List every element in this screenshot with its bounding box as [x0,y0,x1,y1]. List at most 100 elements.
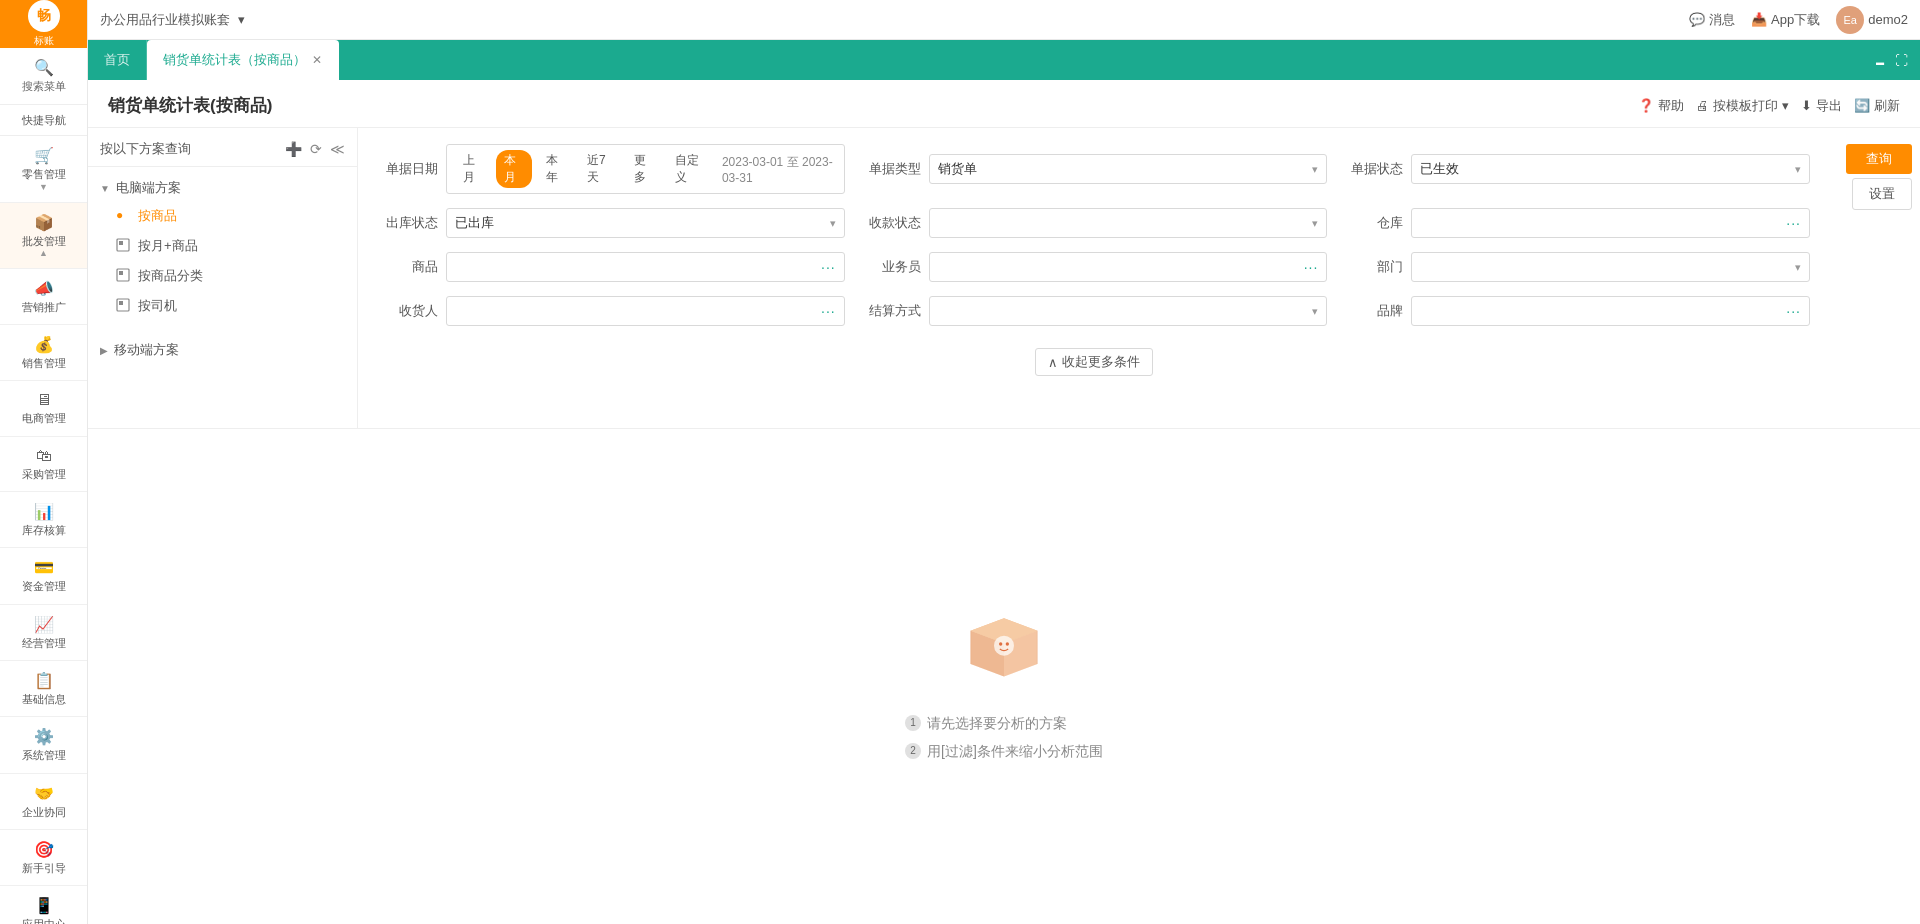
messages-label: 消息 [1709,11,1735,29]
sidebar-item-purchase[interactable]: 🛍 采购管理 [0,437,88,492]
ecom-icon: 🖥 [36,391,52,409]
purchase-label: 采购管理 [22,467,66,481]
sidebar-item-wholesale[interactable]: 📦 批发管理 ▲ [0,203,88,269]
tab-sales-stat-label: 销货单统计表（按商品） [163,51,306,69]
collapse-scheme-icon[interactable]: ≪ [330,141,345,157]
logo-icon: 畅 [28,0,60,32]
sidebar-item-finance[interactable]: 💳 资金管理 [0,548,88,604]
export-button[interactable]: ⬇ 导出 [1801,97,1842,115]
doc-type-arrow-icon: ▾ [1312,163,1318,176]
retail-label: 零售管理 [22,167,66,181]
tab-home[interactable]: 首页 [88,40,147,80]
sidebar-item-marketing[interactable]: 📣 营销推广 [0,269,88,325]
doc-status-control[interactable]: 已生效 ▾ [1411,154,1810,184]
scheme-item-by-cashier[interactable]: 按司机 [88,291,357,321]
tab-minimize-icon[interactable]: 🗕 [1874,53,1887,68]
scheme-panel-title: 按以下方案查询 [100,140,191,158]
sidebar-item-corp[interactable]: 🤝 企业协同 [0,774,88,830]
empty-state: 1 请先选择要分析的方案 2 用[过滤]条件来缩小分析范围 [88,429,1920,924]
tip1-text: 请先选择要分析的方案 [927,709,1067,737]
svg-rect-5 [119,301,123,305]
brand-control[interactable]: ··· [1411,296,1810,326]
date-control[interactable]: 上月 本月 本年 近7天 更多 自定义 2023-03-01 至 2023-03… [446,144,845,194]
sidebar-item-appstore[interactable]: 📱 应用中心 [0,886,88,924]
dept-control[interactable]: ▾ [1411,252,1810,282]
tabbar: 首页 销货单统计表（按商品） ✕ 🗕 ⛶ [88,40,1920,80]
sidebar-item-sales[interactable]: 💰 销售管理 [0,325,88,381]
refresh-scheme-icon[interactable]: ⟳ [310,141,322,157]
scheme-panel-header: 按以下方案查询 ➕ ⟳ ≪ [88,140,357,167]
date-tab-7days[interactable]: 近7天 [579,150,620,188]
sidebar-item-retail[interactable]: 🛒 零售管理 ▼ [0,136,88,202]
sidebar-item-system[interactable]: ⚙️ 系统管理 [0,717,88,773]
scheme-item-by-month-goods[interactable]: 按月+商品 [88,231,357,261]
collapse-button[interactable]: ∧ 收起更多条件 [1035,348,1153,376]
sidebar-item-ecom[interactable]: 🖥 电商管理 [0,381,88,436]
ops-label: 经营管理 [22,636,66,650]
payment-method-control[interactable]: ▾ [929,296,1328,326]
mobile-scheme-header[interactable]: ▶ 移动端方案 [88,337,357,363]
out-status-control[interactable]: 已出库 ▾ [446,208,845,238]
sidebar-item-base[interactable]: 📋 基础信息 [0,661,88,717]
guide-icon: 🎯 [34,840,54,859]
messages-button[interactable]: 💬 消息 [1689,11,1735,29]
svg-rect-1 [119,241,123,245]
tab-sales-stat[interactable]: 销货单统计表（按商品） ✕ [147,40,339,80]
filter-receiver-field: 收货人 ··· [378,296,845,326]
payment-method-label: 结算方式 [861,302,921,320]
pc-scheme-arrow: ▼ [100,183,110,194]
base-icon: 📋 [34,671,54,690]
refresh-button[interactable]: 🔄 刷新 [1854,97,1900,115]
goods-control[interactable]: ··· [446,252,845,282]
user-menu[interactable]: Ea demo2 [1836,6,1908,34]
date-tab-this-month[interactable]: 本月 [496,150,531,188]
mobile-scheme-label: 移动端方案 [114,341,179,359]
tab-maximize-icon[interactable]: ⛶ [1895,53,1908,68]
username-label: demo2 [1868,12,1908,27]
payment-label: 收款状态 [861,214,921,232]
sidebar-item-inventory[interactable]: 📊 库存核算 [0,492,88,548]
filter-row-2: 出库状态 已出库 ▾ 收款状态 ▾ [378,208,1810,238]
help-button[interactable]: ❓ 帮助 [1638,97,1684,115]
out-status-label: 出库状态 [378,214,438,232]
empty-icon [954,589,1054,689]
dept-label: 部门 [1343,258,1403,276]
tab-close-icon[interactable]: ✕ [312,53,322,67]
date-tab-last-month[interactable]: 上月 [455,150,490,188]
app-download-button[interactable]: 📥 App下载 [1751,11,1820,29]
topbar-left: 办公用品行业模拟账套 ▾ [100,11,245,29]
scheme-item-by-goods-cat[interactable]: 按商品分类 [88,261,357,291]
filter-fields-area: 单据日期 上月 本月 本年 近7天 更多 自定义 2023-03-01 至 20… [358,128,1830,428]
settings-button[interactable]: 设置 [1852,178,1912,210]
search-menu-item[interactable]: 🔍 搜索菜单 [0,48,88,105]
sidebar-item-guide[interactable]: 🎯 新手引导 [0,830,88,886]
doc-type-label: 单据类型 [861,160,921,178]
add-scheme-icon[interactable]: ➕ [285,141,302,157]
page-header: 销货单统计表(按商品) ❓ 帮助 🖨 按模板打印 ▾ ⬇ 导出 🔄 刷新 [88,80,1920,128]
pc-scheme-header[interactable]: ▼ 电脑端方案 [88,175,357,201]
inventory-label: 库存核算 [22,523,66,537]
staff-control[interactable]: ··· [929,252,1328,282]
sidebar-item-ops[interactable]: 📈 经营管理 [0,605,88,661]
svg-point-13 [1006,642,1009,645]
industry-dropdown[interactable]: ▾ [238,12,245,27]
receiver-control[interactable]: ··· [446,296,845,326]
doc-status-arrow-icon: ▾ [1795,163,1801,176]
quicknav-label: 快捷导航 [22,113,66,127]
export-label: 导出 [1816,97,1842,115]
date-tab-more[interactable]: 更多 [626,150,661,188]
doc-type-control[interactable]: 销货单 ▾ [929,154,1328,184]
filter-row-4: 收货人 ··· 结算方式 ▾ [378,296,1810,326]
scheme-item-by-goods[interactable]: ● 按商品 [88,201,357,231]
date-tab-this-year[interactable]: 本年 [538,150,573,188]
print-button[interactable]: 🖨 按模板打印 ▾ [1696,97,1789,115]
filter-actions: ∧ 收起更多条件 [378,340,1810,380]
query-button[interactable]: 查询 [1846,144,1912,174]
quicknav-item[interactable]: 快捷导航 [0,105,88,136]
date-tab-custom[interactable]: 自定义 [667,150,712,188]
filter-brand-field: 品牌 ··· [1343,296,1810,326]
warehouse-control[interactable]: ··· [1411,208,1810,238]
filter-doc-status-field: 单据状态 已生效 ▾ [1343,154,1810,184]
payment-control[interactable]: ▾ [929,208,1328,238]
brand-dots-icon: ··· [1786,303,1801,319]
